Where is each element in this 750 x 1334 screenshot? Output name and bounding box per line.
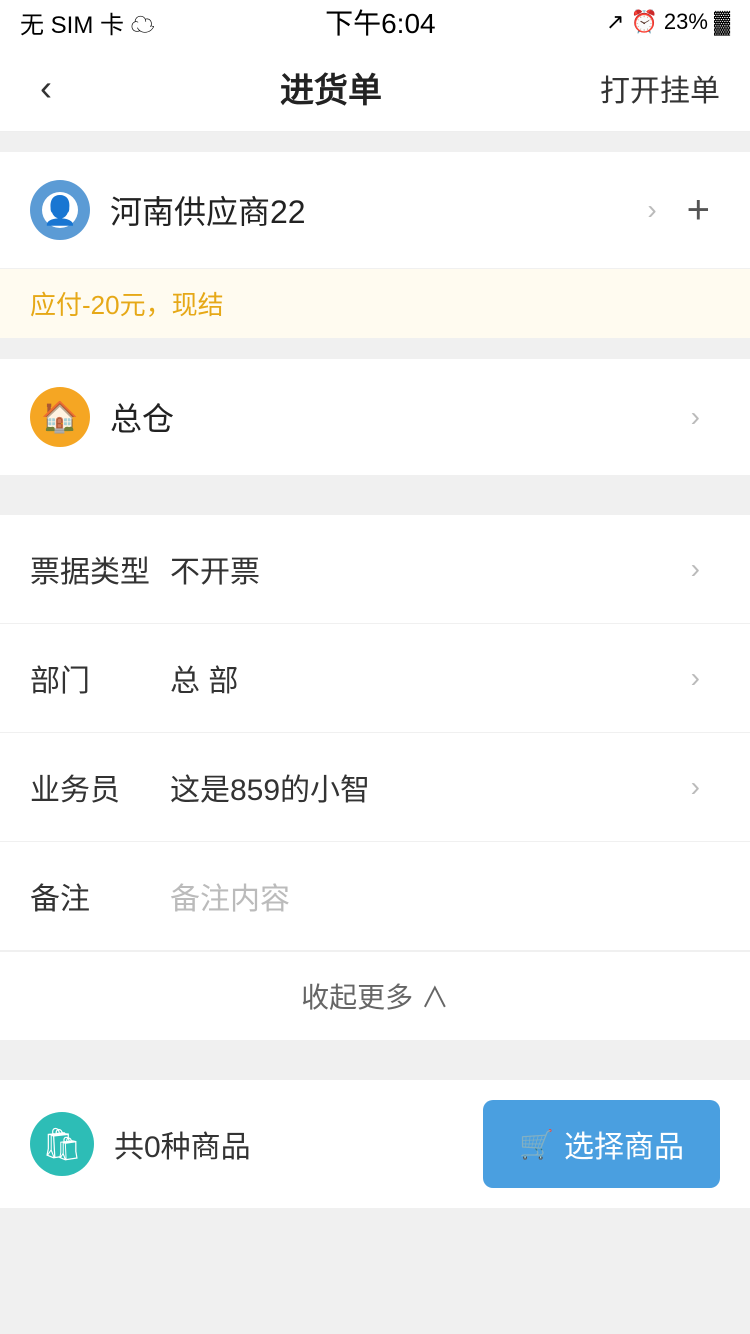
salesrep-label: 业务员 bbox=[30, 765, 170, 809]
product-icon-wrap: 🛍 bbox=[30, 1112, 94, 1176]
department-value: 总 部 bbox=[170, 656, 691, 700]
page-title: 进货单 bbox=[280, 63, 382, 112]
collapse-row[interactable]: 收起更多 ∧ bbox=[0, 951, 750, 1040]
warehouse-name: 总仓 bbox=[110, 394, 691, 440]
invoice-type-label: 票据类型 bbox=[30, 547, 170, 591]
back-button[interactable]: ‹ bbox=[30, 57, 62, 119]
salesrep-value: 这是859的小智 bbox=[170, 765, 691, 809]
form-section: 票据类型 不开票 › 部门 总 部 › 业务员 这是859的小智 › 备注 备注… bbox=[0, 515, 750, 1040]
person-icon: 👤 bbox=[43, 194, 78, 227]
notice-text: 应付-20元，现结 bbox=[30, 290, 224, 320]
product-count: 共0种商品 bbox=[114, 1122, 483, 1166]
status-bar: 无 SIM 卡 ☁ 下午6:04 ↗ ⏰ 23% ▓ bbox=[0, 0, 750, 44]
select-product-label: 选择商品 bbox=[564, 1122, 684, 1166]
add-supplier-button[interactable]: + bbox=[677, 188, 720, 233]
alarm-icon: ⏰ bbox=[630, 9, 657, 35]
open-pending-button[interactable]: 打开挂单 bbox=[600, 66, 720, 110]
select-product-button[interactable]: 🛒 选择商品 bbox=[483, 1100, 720, 1188]
invoice-type-chevron: › bbox=[691, 553, 700, 585]
collapse-text: 收起更多 ∧ bbox=[301, 976, 449, 1016]
nav-bar: ‹ 进货单 打开挂单 bbox=[0, 44, 750, 132]
remark-label: 备注 bbox=[30, 874, 170, 918]
invoice-type-row[interactable]: 票据类型 不开票 › bbox=[0, 515, 750, 624]
supplier-name: 河南供应商22 bbox=[110, 187, 647, 233]
warehouse-card: 🏠 总仓 › bbox=[0, 359, 750, 475]
department-row[interactable]: 部门 总 部 › bbox=[0, 624, 750, 733]
select-product-icon: 🛒 bbox=[519, 1128, 554, 1161]
supplier-row[interactable]: 👤 河南供应商22 › + bbox=[0, 152, 750, 269]
page-container: 无 SIM 卡 ☁ 下午6:04 ↗ ⏰ 23% ▓ ‹ 进货单 打开挂单 👤 … bbox=[0, 0, 750, 1334]
invoice-type-value: 不开票 bbox=[170, 547, 691, 591]
gap-4 bbox=[0, 1040, 750, 1060]
status-time: 下午6:04 bbox=[325, 2, 436, 42]
department-label: 部门 bbox=[30, 656, 170, 700]
salesrep-chevron: › bbox=[691, 771, 700, 803]
battery-icon: ▓ bbox=[714, 9, 730, 35]
bottom-bar: 🛍 共0种商品 🛒 选择商品 bbox=[0, 1080, 750, 1208]
gap-3 bbox=[0, 475, 750, 495]
department-chevron: › bbox=[691, 662, 700, 694]
location-icon: ↗ bbox=[606, 9, 624, 35]
product-icon: 🛍 bbox=[42, 1125, 83, 1163]
battery-level: 23% bbox=[664, 9, 708, 35]
warehouse-icon: 🏠 bbox=[41, 400, 78, 435]
warehouse-icon-wrap: 🏠 bbox=[30, 387, 90, 447]
notice-banner: 应付-20元，现结 bbox=[0, 269, 750, 339]
gap-2 bbox=[0, 339, 750, 359]
remark-row[interactable]: 备注 备注内容 bbox=[0, 842, 750, 951]
avatar-inner: 👤 bbox=[42, 192, 78, 228]
sim-status: 无 SIM 卡 ☁ bbox=[20, 5, 155, 40]
supplier-chevron: › bbox=[647, 194, 656, 226]
salesrep-row[interactable]: 业务员 这是859的小智 › bbox=[0, 733, 750, 842]
supplier-card: 👤 河南供应商22 › + 应付-20元，现结 bbox=[0, 152, 750, 339]
status-left: 无 SIM 卡 ☁ bbox=[20, 5, 155, 40]
status-right: ↗ ⏰ 23% ▓ bbox=[606, 9, 730, 35]
warehouse-row[interactable]: 🏠 总仓 › bbox=[0, 359, 750, 475]
warehouse-chevron: › bbox=[691, 401, 700, 433]
remark-value: 备注内容 bbox=[170, 874, 720, 918]
gap-1 bbox=[0, 132, 750, 152]
supplier-avatar: 👤 bbox=[30, 180, 90, 240]
